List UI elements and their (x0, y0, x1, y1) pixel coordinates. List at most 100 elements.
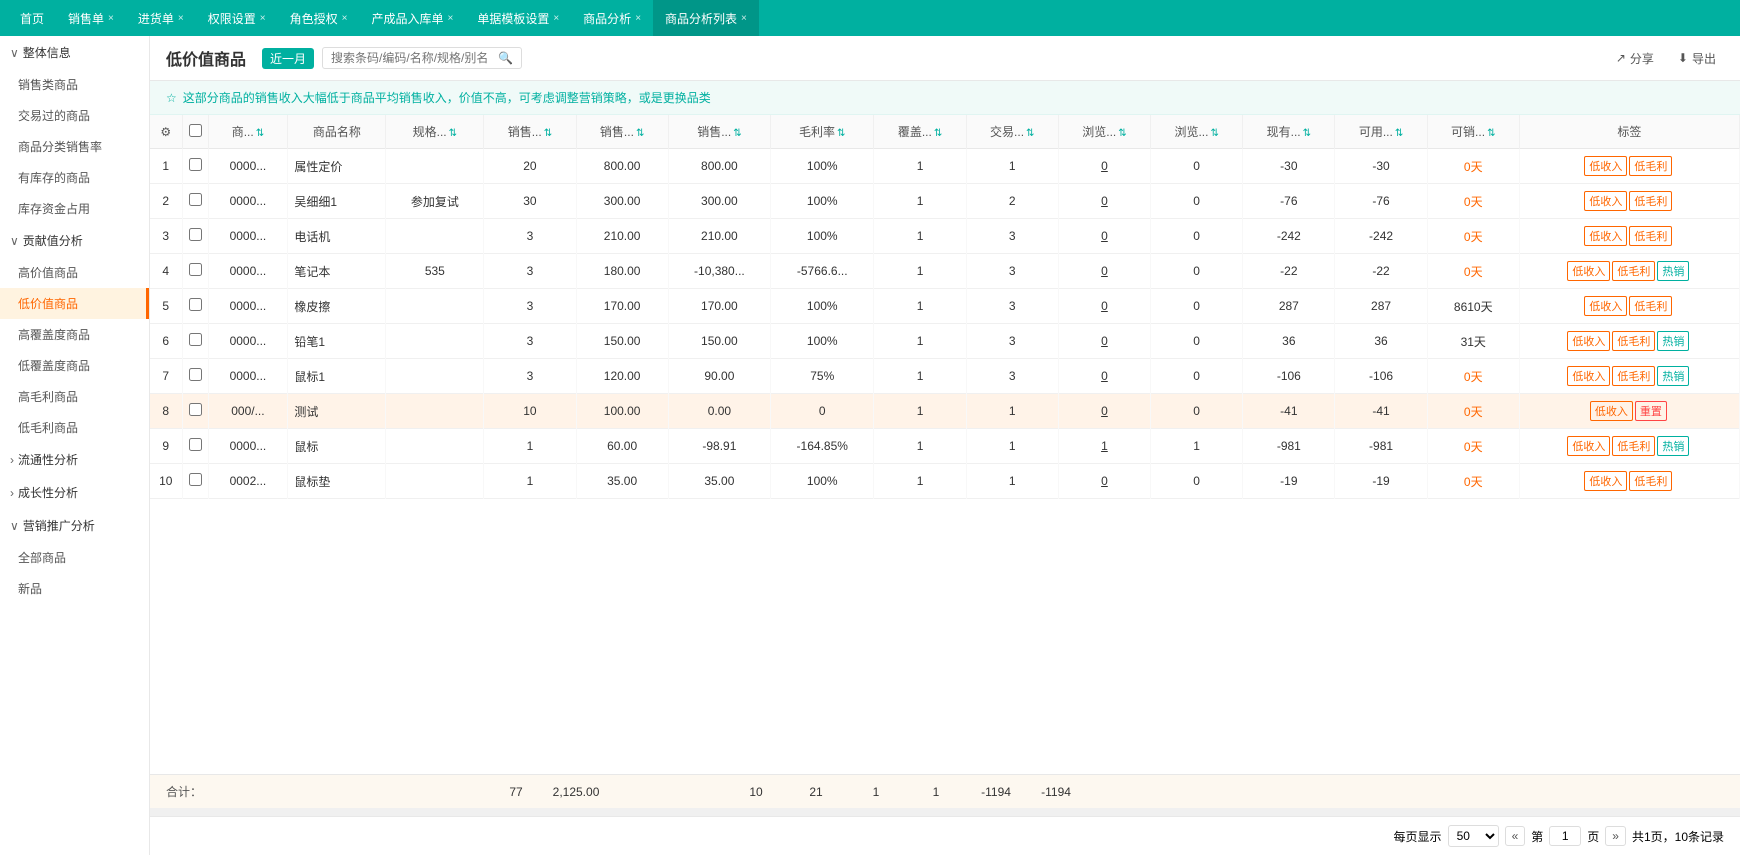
row-qty: 3 (484, 219, 576, 254)
period-button[interactable]: 近一月 (262, 48, 314, 69)
sidebar-section-growth[interactable]: › 成长性分析 (0, 476, 149, 509)
close-icon[interactable]: × (342, 13, 348, 24)
row-amt1: 300.00 (576, 184, 668, 219)
row-checkbox[interactable] (189, 403, 202, 416)
row-browse1-link[interactable]: 1 (1101, 439, 1108, 453)
page-number-input[interactable] (1549, 826, 1581, 846)
row-qty: 3 (484, 289, 576, 324)
sidebar-item-low-coverage[interactable]: 低覆盖度商品 (0, 350, 149, 381)
sidebar-section-contribution[interactable]: ∨ 贡献值分析 (0, 224, 149, 257)
first-page-button[interactable]: « (1505, 826, 1526, 846)
sort-icon[interactable]: ⇅ (837, 128, 845, 139)
row-trade: 3 (966, 219, 1058, 254)
sort-icon[interactable]: ⇅ (636, 128, 644, 139)
row-stock: -981 (1243, 429, 1335, 464)
sidebar-item-high-coverage[interactable]: 高覆盖度商品 (0, 319, 149, 350)
row-checkbox[interactable] (189, 438, 202, 451)
sort-icon[interactable]: ⇅ (1487, 128, 1495, 139)
nav-item-warehouse[interactable]: 产成品入库单 × (359, 0, 465, 36)
row-stock: 36 (1243, 324, 1335, 359)
row-spec (386, 289, 484, 324)
sidebar-item-stock-goods[interactable]: 有库存的商品 (0, 162, 149, 193)
sort-icon[interactable]: ⇅ (544, 128, 552, 139)
row-browse1-link[interactable]: 0 (1101, 474, 1108, 488)
nav-item-perms[interactable]: 权限设置 × (196, 0, 278, 36)
share-button[interactable]: ↗ 分享 (1608, 47, 1662, 70)
row-checkbox[interactable] (189, 368, 202, 381)
nav-item-analysis[interactable]: 商品分析 × (571, 0, 653, 36)
sort-icon[interactable]: ⇅ (733, 128, 741, 139)
sort-icon[interactable]: ⇅ (1210, 128, 1218, 139)
sort-icon[interactable]: ⇅ (1026, 128, 1034, 139)
checkbox-column-header[interactable] (182, 115, 208, 149)
close-icon[interactable]: × (447, 13, 453, 24)
sort-icon[interactable]: ⇅ (1303, 128, 1311, 139)
nav-item-roles[interactable]: 角色授权 × (278, 0, 360, 36)
sort-icon[interactable]: ⇅ (256, 128, 264, 139)
close-icon[interactable]: × (178, 13, 184, 24)
row-checkbox[interactable] (189, 473, 202, 486)
row-browse1-link[interactable]: 0 (1101, 159, 1108, 173)
nav-home[interactable]: 首页 (8, 0, 56, 36)
sidebar-item-traded-goods[interactable]: 交易过的商品 (0, 100, 149, 131)
sidebar-section-circulation[interactable]: › 流通性分析 (0, 443, 149, 476)
row-cover: 1 (874, 429, 966, 464)
row-browse1-link[interactable]: 0 (1101, 229, 1108, 243)
export-button[interactable]: ⬇ 导出 (1670, 47, 1724, 70)
search-icon[interactable]: 🔍 (498, 51, 513, 65)
spec-column-header: 规格...⇅ (386, 115, 484, 149)
sidebar-item-sales-goods[interactable]: 销售类商品 (0, 69, 149, 100)
horizontal-scrollbar[interactable] (150, 808, 1740, 816)
sidebar-item-category-rate[interactable]: 商品分类销售率 (0, 131, 149, 162)
select-all-checkbox[interactable] (189, 124, 202, 137)
close-icon[interactable]: × (260, 13, 266, 24)
row-checkbox[interactable] (189, 298, 202, 311)
sidebar-item-all-goods[interactable]: 全部商品 (0, 542, 149, 573)
row-browse1-link[interactable]: 0 (1101, 334, 1108, 348)
table-row: 40000...笔记本5353180.00-10,380...-5766.6..… (150, 254, 1740, 289)
row-sellable: 8610天 (1427, 289, 1519, 324)
row-browse1-link[interactable]: 0 (1101, 404, 1108, 418)
sort-icon[interactable]: ⇅ (934, 128, 942, 139)
sidebar-item-high-value[interactable]: 高价值商品 (0, 257, 149, 288)
row-spec (386, 464, 484, 499)
row-cover: 1 (874, 464, 966, 499)
row-browse2: 0 (1151, 289, 1243, 324)
row-checkbox[interactable] (189, 228, 202, 241)
row-browse1-link[interactable]: 0 (1101, 264, 1108, 278)
sidebar-item-high-margin[interactable]: 高毛利商品 (0, 381, 149, 412)
row-browse1-link[interactable]: 0 (1101, 299, 1108, 313)
footer-browse2: 1 (906, 785, 966, 799)
search-input[interactable] (331, 51, 494, 65)
sidebar-item-new-goods[interactable]: 新品 (0, 573, 149, 604)
row-browse1-link[interactable]: 0 (1101, 194, 1108, 208)
close-icon[interactable]: × (741, 13, 747, 24)
sidebar-section-overall[interactable]: ∨ 整体信息 (0, 36, 149, 69)
close-icon[interactable]: × (553, 13, 559, 24)
hint-icon: ☆ (166, 91, 177, 105)
sort-icon[interactable]: ⇅ (449, 128, 457, 139)
sidebar-item-low-margin[interactable]: 低毛利商品 (0, 412, 149, 443)
close-icon[interactable]: × (108, 13, 114, 24)
nav-item-analysis-list[interactable]: 商品分析列表 × (653, 0, 759, 36)
per-page-select[interactable]: 50 100 200 (1448, 825, 1499, 847)
chevron-right-icon: › (10, 453, 14, 467)
footer-amt1: 2,125.00 (546, 785, 606, 799)
table-container: ⚙ 商...⇅ 商品名称 规格...⇅ 销售...⇅ 销售...⇅ 销售...⇅… (150, 115, 1740, 774)
sidebar-item-low-value[interactable]: 低价值商品 (0, 288, 149, 319)
nav-item-sales[interactable]: 销售单 × (56, 0, 126, 36)
row-checkbox[interactable] (189, 263, 202, 276)
sort-icon[interactable]: ⇅ (1118, 128, 1126, 139)
nav-item-templates[interactable]: 单据模板设置 × (465, 0, 571, 36)
next-page-button[interactable]: » (1605, 826, 1626, 846)
settings-column-header[interactable]: ⚙ (150, 115, 182, 149)
nav-item-purchase[interactable]: 进货单 × (126, 0, 196, 36)
row-checkbox[interactable] (189, 193, 202, 206)
row-checkbox[interactable] (189, 158, 202, 171)
row-browse1-link[interactable]: 0 (1101, 369, 1108, 383)
row-checkbox[interactable] (189, 333, 202, 346)
sort-icon[interactable]: ⇅ (1395, 128, 1403, 139)
close-icon[interactable]: × (635, 13, 641, 24)
sidebar-section-marketing[interactable]: ∨ 营销推广分析 (0, 509, 149, 542)
sidebar-item-stock-funds[interactable]: 库存资金占用 (0, 193, 149, 224)
